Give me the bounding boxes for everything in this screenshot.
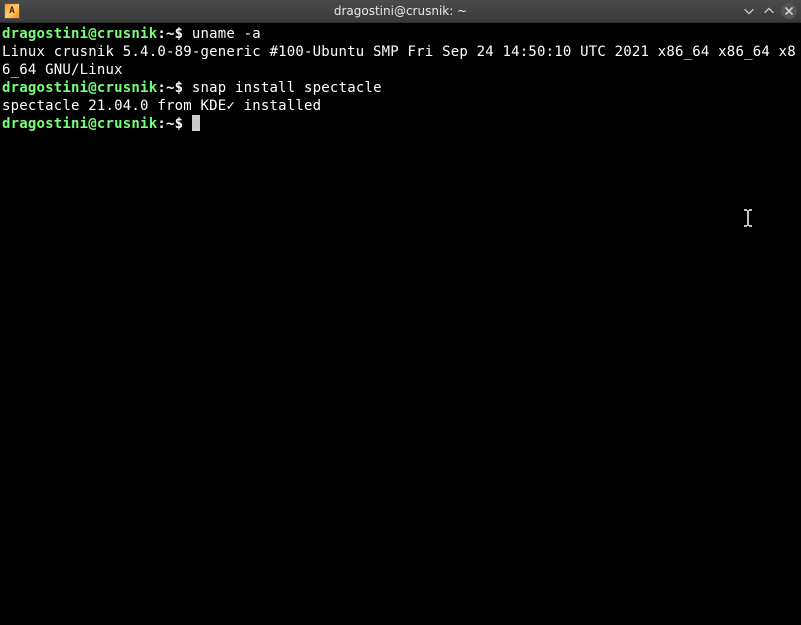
close-icon — [782, 4, 796, 18]
window-title: dragostini@crusnik: ~ — [334, 4, 467, 18]
prompt-path: ~ — [166, 80, 175, 96]
output-line: Linux crusnik 5.4.0-89-generic #100-Ubun… — [2, 43, 799, 79]
command-text: uname -a — [192, 26, 261, 42]
prompt-path: ~ — [166, 26, 175, 42]
prompt-symbol: $ — [175, 80, 192, 96]
terminal-cursor — [192, 115, 200, 131]
app-icon: A — [4, 3, 20, 19]
prompt-path: ~ — [166, 116, 175, 132]
prompt-sep: : — [157, 116, 166, 132]
chevron-up-icon — [762, 4, 776, 18]
minimize-button[interactable] — [741, 3, 757, 19]
output-line: spectacle 21.04.0 from KDE✓ installed — [2, 97, 799, 115]
prompt-user: dragostini@crusnik — [2, 116, 157, 132]
command-text: snap install spectacle — [192, 80, 382, 96]
maximize-button[interactable] — [761, 3, 777, 19]
terminal-line: dragostini@crusnik:~$ uname -a — [2, 25, 799, 43]
terminal-line: dragostini@crusnik:~$ snap install spect… — [2, 79, 799, 97]
window-titlebar[interactable]: A dragostini@crusnik: ~ — [0, 0, 801, 23]
text-cursor-icon — [744, 209, 752, 227]
prompt-user: dragostini@crusnik — [2, 26, 157, 42]
prompt-sep: : — [157, 26, 166, 42]
prompt-symbol: $ — [175, 26, 192, 42]
terminal-line: dragostini@crusnik:~$ — [2, 115, 799, 133]
chevron-down-icon — [742, 4, 756, 18]
prompt-symbol: $ — [175, 116, 192, 132]
app-icon-letter: A — [9, 6, 14, 16]
close-button[interactable] — [781, 3, 797, 19]
prompt-sep: : — [157, 80, 166, 96]
window-controls — [741, 3, 797, 19]
terminal-body[interactable]: dragostini@crusnik:~$ uname -a Linux cru… — [0, 23, 801, 135]
prompt-user: dragostini@crusnik — [2, 80, 157, 96]
